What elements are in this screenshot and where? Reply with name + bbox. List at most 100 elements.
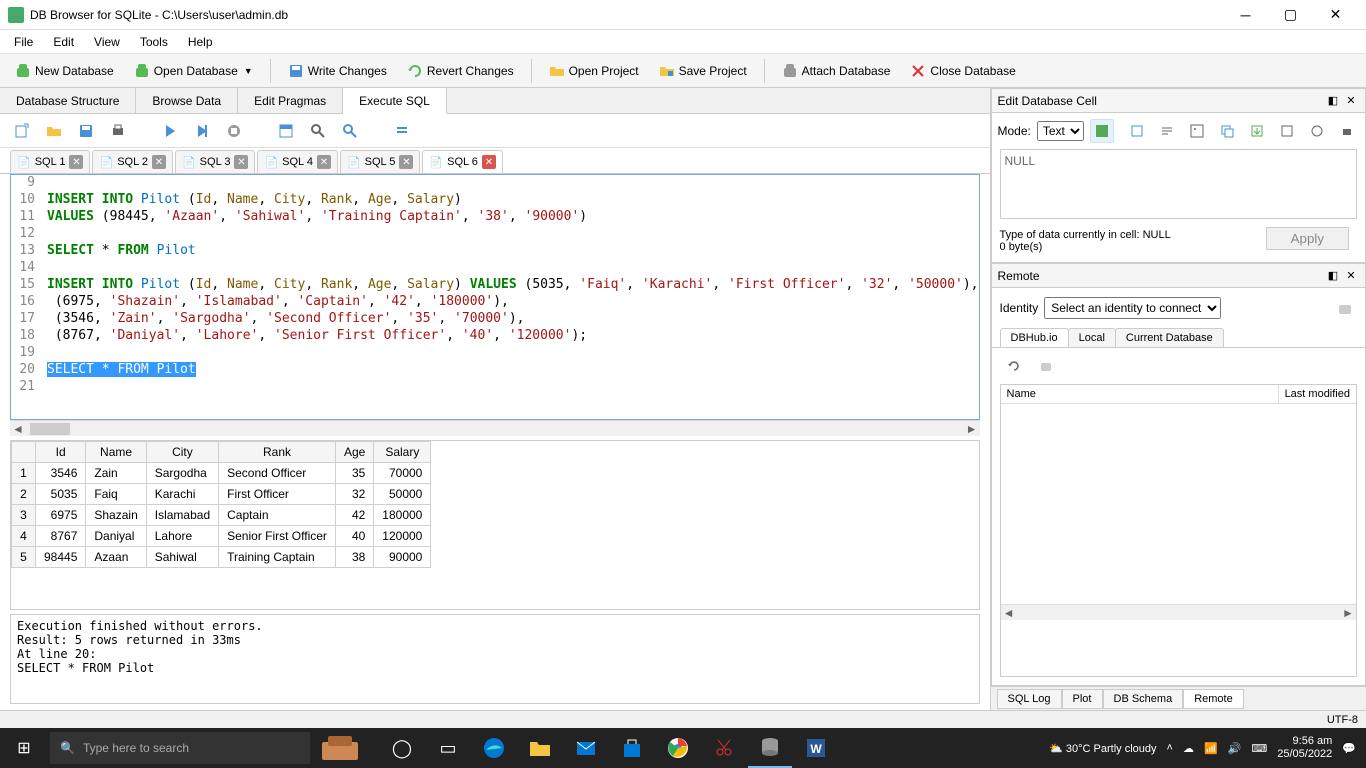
bottom-tab[interactable]: DB Schema bbox=[1103, 689, 1184, 709]
news-widget[interactable] bbox=[310, 734, 370, 762]
explorer-icon[interactable] bbox=[518, 728, 562, 768]
open-sql-button[interactable] bbox=[42, 119, 66, 143]
print-cell-icon[interactable] bbox=[1335, 119, 1359, 143]
store-icon[interactable] bbox=[610, 728, 654, 768]
weather-widget[interactable]: ⛅ 30°C Partly cloudy bbox=[1049, 742, 1156, 755]
sql-tab[interactable]: 📄 SQL 5 ✕ bbox=[340, 150, 420, 173]
menu-help[interactable]: Help bbox=[180, 33, 221, 51]
main-tab[interactable]: Browse Data bbox=[136, 88, 238, 113]
apply-button[interactable]: Apply bbox=[1266, 227, 1349, 250]
table-row[interactable]: 598445AzaanSahiwalTraining Captain389000… bbox=[12, 547, 431, 568]
tab-close-icon[interactable]: ✕ bbox=[69, 155, 83, 169]
image-mode-icon[interactable] bbox=[1185, 119, 1209, 143]
bottom-tab[interactable]: Remote bbox=[1183, 689, 1244, 709]
chrome-icon[interactable] bbox=[656, 728, 700, 768]
sql-tab[interactable]: 📄 SQL 1 ✕ bbox=[10, 150, 90, 173]
cell-value-textarea[interactable]: NULL bbox=[1000, 149, 1357, 219]
print-button[interactable] bbox=[106, 119, 130, 143]
save-results-button[interactable] bbox=[274, 119, 298, 143]
minimize-button[interactable]: ─ bbox=[1223, 1, 1268, 29]
wifi-icon[interactable]: 📶 bbox=[1204, 742, 1218, 755]
tab-close-icon[interactable]: ✕ bbox=[399, 155, 413, 169]
tab-close-icon[interactable]: ✕ bbox=[234, 155, 248, 169]
execute-button[interactable] bbox=[158, 119, 182, 143]
push-icon[interactable] bbox=[1333, 296, 1357, 320]
remote-list[interactable]: Name Last modified ◄► bbox=[1000, 384, 1357, 677]
table-row[interactable]: 36975ShazainIslamabadCaptain42180000 bbox=[12, 505, 431, 526]
column-header[interactable]: Rank bbox=[219, 442, 336, 463]
sql-tab[interactable]: 📄 SQL 6 ✕ bbox=[422, 150, 502, 173]
copy-icon[interactable] bbox=[1215, 119, 1239, 143]
identity-select[interactable]: Select an identity to connect bbox=[1044, 297, 1221, 319]
table-row[interactable]: 48767DaniyalLahoreSenior First Officer40… bbox=[12, 526, 431, 547]
cortana-icon[interactable]: ▭ bbox=[426, 728, 470, 768]
main-tab[interactable]: Execute SQL bbox=[343, 88, 447, 114]
maximize-button[interactable]: ▢ bbox=[1268, 1, 1313, 29]
toggle-comment-button[interactable] bbox=[390, 119, 414, 143]
close-button[interactable]: ✕ bbox=[1313, 1, 1358, 29]
text-mode-icon[interactable] bbox=[1125, 119, 1149, 143]
remote-tab[interactable]: Local bbox=[1068, 328, 1116, 347]
write-changes-button[interactable]: Write Changes bbox=[279, 59, 396, 83]
tray-chevron-icon[interactable]: ˄ bbox=[1167, 742, 1173, 754]
dbbrowser-icon[interactable] bbox=[748, 728, 792, 768]
menu-file[interactable]: File bbox=[6, 33, 41, 51]
column-header[interactable]: City bbox=[146, 442, 218, 463]
bottom-tab[interactable]: Plot bbox=[1062, 689, 1103, 709]
language-icon[interactable]: ⌨ bbox=[1251, 742, 1267, 755]
clone-icon[interactable] bbox=[1034, 354, 1058, 378]
revert-changes-button[interactable]: Revert Changes bbox=[398, 59, 523, 83]
open-project-button[interactable]: Open Project bbox=[540, 59, 648, 83]
export-icon[interactable] bbox=[1245, 119, 1269, 143]
system-tray[interactable]: ⛅ 30°C Partly cloudy ˄ ☁ 📶 🔊 ⌨ 9:56 am 2… bbox=[1039, 735, 1366, 761]
sql-tab[interactable]: 📄 SQL 3 ✕ bbox=[175, 150, 255, 173]
panel-close-icon[interactable]: ✕ bbox=[1343, 268, 1359, 284]
menu-edit[interactable]: Edit bbox=[45, 33, 82, 51]
start-button[interactable]: ⊞ bbox=[0, 728, 48, 768]
rtl-icon[interactable] bbox=[1155, 119, 1179, 143]
bottom-tab[interactable]: SQL Log bbox=[997, 689, 1062, 709]
import-icon[interactable] bbox=[1275, 119, 1299, 143]
table-row[interactable]: 25035FaiqKarachiFirst Officer3250000 bbox=[12, 484, 431, 505]
onedrive-icon[interactable]: ☁ bbox=[1183, 742, 1194, 755]
column-header[interactable]: Salary bbox=[374, 442, 431, 463]
mode-select[interactable]: Text bbox=[1037, 121, 1084, 141]
editor-hscrollbar[interactable]: ◄► bbox=[10, 420, 980, 436]
column-header[interactable]: Age bbox=[335, 442, 373, 463]
attach-database-button[interactable]: Attach Database bbox=[773, 59, 900, 83]
undock-icon[interactable]: ◧ bbox=[1325, 93, 1341, 109]
snipping-icon[interactable] bbox=[702, 728, 746, 768]
task-view-icon[interactable]: ◯ bbox=[380, 728, 424, 768]
menu-view[interactable]: View bbox=[86, 33, 128, 51]
word-icon[interactable]: W bbox=[794, 728, 838, 768]
column-header[interactable]: Last modified bbox=[1279, 385, 1356, 403]
column-header[interactable]: Name bbox=[1001, 385, 1279, 403]
new-database-button[interactable]: New Database bbox=[6, 59, 123, 83]
taskbar-search[interactable]: 🔍 Type here to search bbox=[50, 732, 310, 764]
execute-line-button[interactable] bbox=[190, 119, 214, 143]
save-sql-button[interactable] bbox=[74, 119, 98, 143]
stop-button[interactable] bbox=[222, 119, 246, 143]
results-grid[interactable]: IdNameCityRankAgeSalary13546ZainSargodha… bbox=[10, 440, 980, 610]
clock[interactable]: 9:56 am 25/05/2022 bbox=[1277, 735, 1332, 761]
format-icon[interactable] bbox=[1090, 119, 1114, 143]
find-replace-button[interactable] bbox=[338, 119, 362, 143]
table-row[interactable]: 13546ZainSargodhaSecond Officer3570000 bbox=[12, 463, 431, 484]
volume-icon[interactable]: 🔊 bbox=[1228, 742, 1242, 755]
find-button[interactable] bbox=[306, 119, 330, 143]
main-tab[interactable]: Database Structure bbox=[0, 88, 136, 113]
tab-close-icon[interactable]: ✕ bbox=[152, 155, 166, 169]
close-database-button[interactable]: Close Database bbox=[901, 59, 1024, 83]
panel-close-icon[interactable]: ✕ bbox=[1343, 93, 1359, 109]
sql-tab[interactable]: 📄 SQL 4 ✕ bbox=[257, 150, 337, 173]
open-database-button[interactable]: Open Database▼ bbox=[125, 59, 262, 83]
tab-close-icon[interactable]: ✕ bbox=[317, 155, 331, 169]
new-tab-button[interactable] bbox=[10, 119, 34, 143]
execution-log[interactable]: Execution finished without errors. Resul… bbox=[10, 614, 980, 704]
undock-icon[interactable]: ◧ bbox=[1325, 268, 1341, 284]
column-header[interactable]: Id bbox=[36, 442, 86, 463]
null-icon[interactable] bbox=[1305, 119, 1329, 143]
remote-tab[interactable]: DBHub.io bbox=[1000, 328, 1069, 347]
edge-icon[interactable] bbox=[472, 728, 516, 768]
main-tab[interactable]: Edit Pragmas bbox=[238, 88, 343, 113]
